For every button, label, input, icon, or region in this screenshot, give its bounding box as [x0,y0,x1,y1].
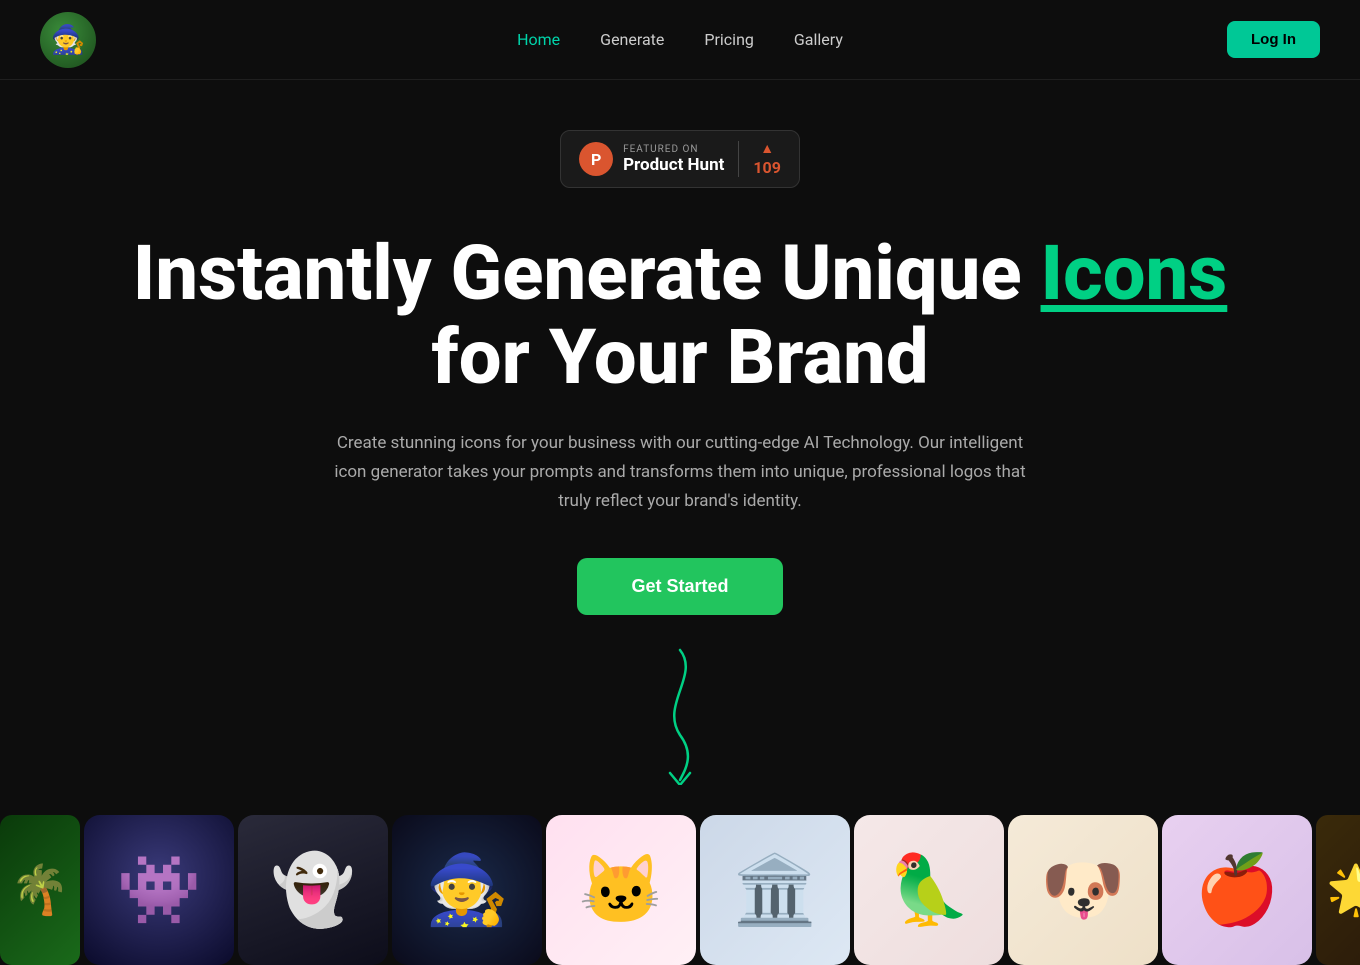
decorative-arrow [650,645,710,785]
ph-divider [738,141,739,177]
navbar: 🧙 Home Generate Pricing Gallery Log In [0,0,1360,80]
hero-section: P FEATURED ON Product Hunt ▲ 109 Instant… [0,80,1360,805]
gallery-item-3[interactable]: 🧙 [392,815,542,965]
product-hunt-badge[interactable]: P FEATURED ON Product Hunt ▲ 109 [560,130,800,188]
hero-title: Instantly Generate Unique Icons for Your… [80,232,1280,399]
nav-pricing[interactable]: Pricing [704,30,754,49]
gallery-item-partial-left: 🌴 [0,815,80,965]
gallery-item-8[interactable]: 🍎 [1162,815,1312,965]
ph-name: Product Hunt [623,155,724,175]
gallery-item-5[interactable]: 🏛️ [700,815,850,965]
ph-votes: ▲ 109 [753,142,781,177]
ph-text: FEATURED ON Product Hunt [623,144,724,175]
arrow-svg [650,645,710,785]
logo[interactable]: 🧙 [40,12,96,68]
gallery-item-1[interactable]: 👾 [84,815,234,965]
gallery-icon-7: 🐶 [1008,815,1158,965]
nav-home[interactable]: Home [517,30,560,49]
hero-title-part1: Instantly Generate Unique [133,228,1041,318]
gallery-icon-1: 👾 [84,815,234,965]
gallery-icon-5: 🏛️ [700,815,850,965]
ph-arrow-icon: ▲ [760,142,774,156]
gallery-item-4[interactable]: 🐱 [546,815,696,965]
nav-links: Home Generate Pricing Gallery [517,30,843,49]
ph-logo: P [579,142,613,176]
ph-featured-label: FEATURED ON [623,144,698,155]
gallery-item-partial-right: 🌟 [1316,815,1360,965]
gallery-icon-8: 🍎 [1162,815,1312,965]
nav-generate[interactable]: Generate [600,30,664,49]
gallery-icon-6: 🦜 [854,815,1004,965]
get-started-button[interactable]: Get Started [577,558,782,615]
gallery-strip: 🌴 👾 👻 🧙 🐱 🏛️ 🦜 🐶 🍎 🌟 [0,815,1360,965]
nav-gallery[interactable]: Gallery [794,30,843,49]
logo-image: 🧙 [40,12,96,68]
login-button[interactable]: Log In [1227,21,1320,58]
ph-vote-count: 109 [753,158,781,177]
hero-title-highlight: Icons [1041,228,1228,318]
gallery-item-7[interactable]: 🐶 [1008,815,1158,965]
hero-subtitle: Create stunning icons for your business … [330,429,1030,516]
gallery-item-6[interactable]: 🦜 [854,815,1004,965]
gallery-icon-2: 👻 [238,815,388,965]
gallery-item-2[interactable]: 👻 [238,815,388,965]
hero-title-part2: for Your Brand [431,312,928,402]
gallery-icon-4: 🐱 [546,815,696,965]
gallery-icon-3: 🧙 [392,815,542,965]
